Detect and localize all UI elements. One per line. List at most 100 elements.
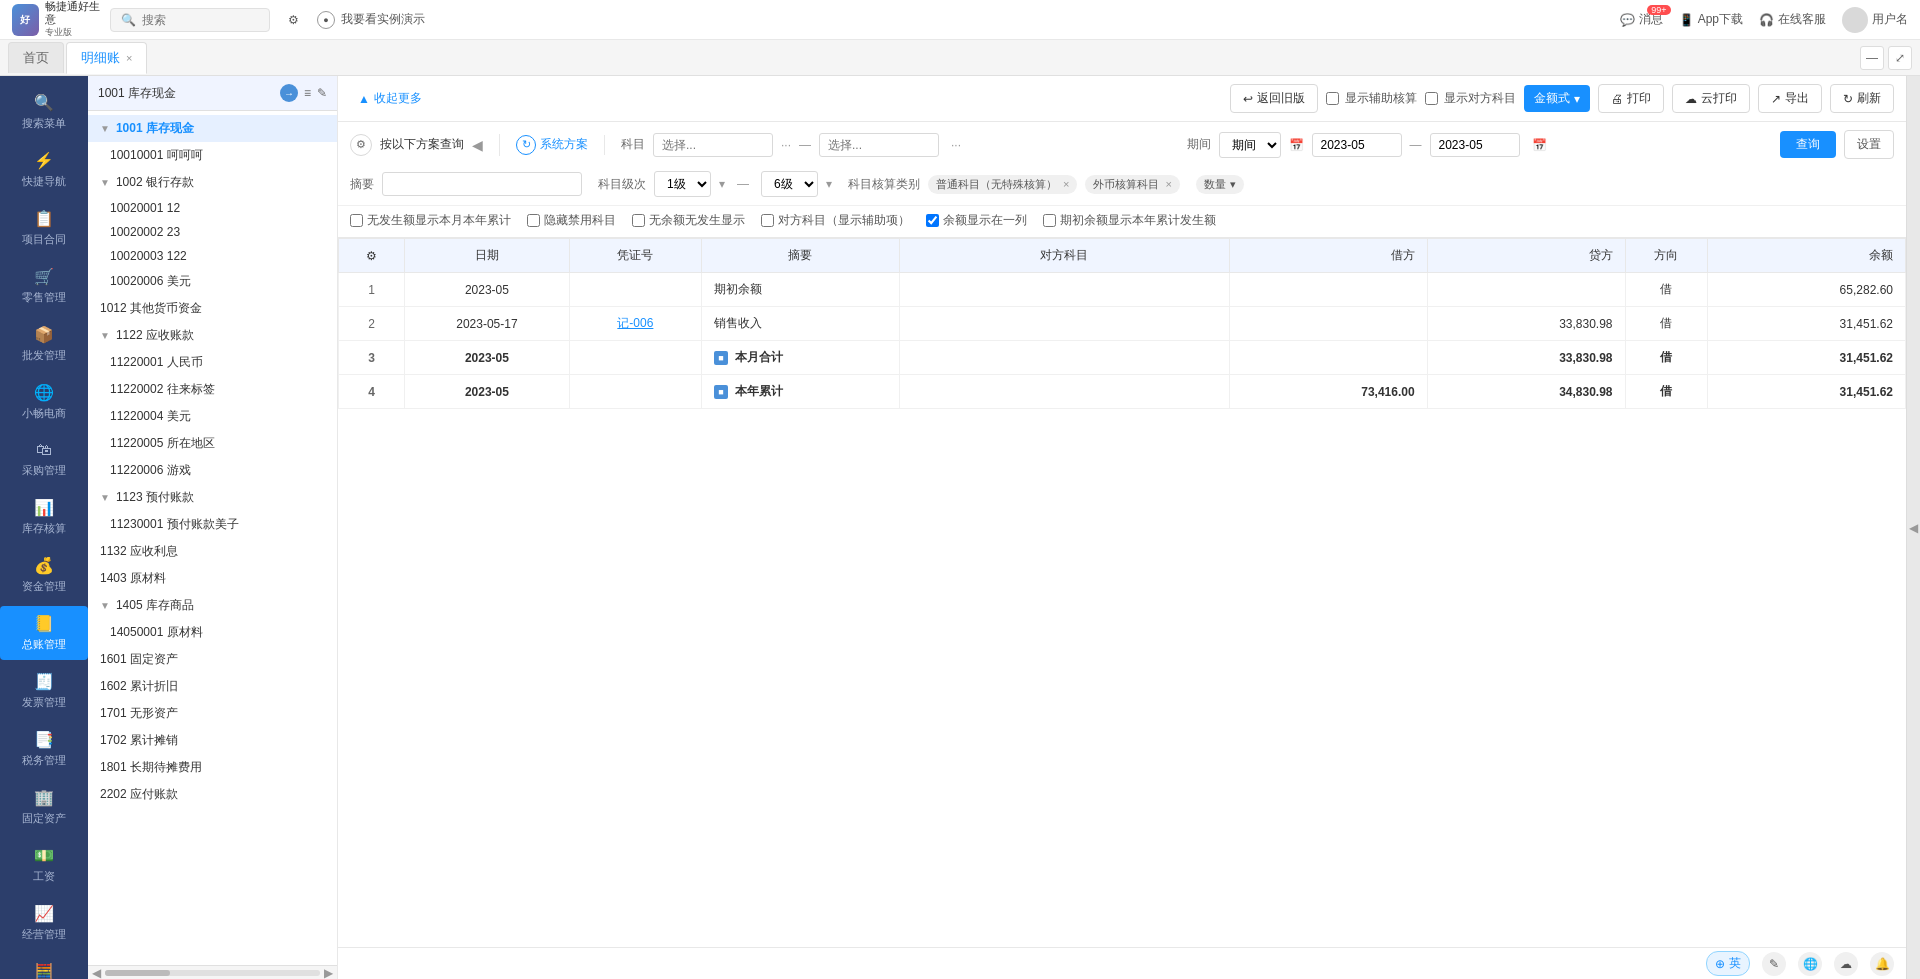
sidebar-item-project[interactable]: 📋 项目合同	[0, 201, 88, 255]
subject-ellipsis[interactable]: ···	[781, 138, 791, 152]
account-item-10020001[interactable]: 10020001 12	[88, 196, 337, 220]
user-area[interactable]: 用户名	[1842, 7, 1908, 33]
cb-no-balance2-input[interactable]	[632, 214, 645, 227]
sidebar-item-fixed-assets[interactable]: 🏢 固定资产	[0, 780, 88, 834]
account-item-10020006[interactable]: 10020006 美元	[88, 268, 337, 295]
global-search[interactable]: 🔍	[110, 8, 270, 32]
summary-input[interactable]	[382, 172, 582, 196]
sidebar-item-retail[interactable]: 🛒 零售管理	[0, 259, 88, 313]
account-item-14050001[interactable]: 14050001 原材料	[88, 619, 337, 646]
account-edit-icon[interactable]: ✎	[317, 86, 327, 100]
level-to-select[interactable]: 6级5级4级	[761, 171, 818, 197]
cb-hide-disabled[interactable]: 隐藏禁用科目	[527, 212, 616, 229]
account-item-11220006[interactable]: 11220006 游戏	[88, 457, 337, 484]
tab-ledger[interactable]: 明细账 ×	[66, 42, 147, 74]
cb-hide-disabled-input[interactable]	[527, 214, 540, 227]
golden-mode-btn[interactable]: 金额式 ▾	[1524, 85, 1590, 112]
tab-minimize-btn[interactable]: —	[1860, 46, 1884, 70]
account-item-11220004[interactable]: 11220004 美元	[88, 403, 337, 430]
query-btn[interactable]: 查询	[1780, 131, 1836, 158]
cb-no-balance2[interactable]: 无余额无发生显示	[632, 212, 745, 229]
cb-balance-one-col-input[interactable]	[926, 214, 939, 227]
cloud-print-btn[interactable]: ☁ 云打印	[1672, 84, 1750, 113]
account-item-1122[interactable]: ▼ 1122 应收账款	[88, 322, 337, 349]
tab-expand-btn[interactable]: ⤢	[1888, 46, 1912, 70]
side-collapse-bar[interactable]: ◀	[1906, 76, 1920, 979]
settings-btn[interactable]: ⚙	[280, 9, 307, 31]
sidebar-item-salary[interactable]: 💵 工资	[0, 838, 88, 892]
account-item-1702[interactable]: 1702 累计摊销	[88, 727, 337, 754]
period-type-select[interactable]: 期间 月份	[1219, 132, 1281, 158]
account-item-1405[interactable]: ▼ 1405 库存商品	[88, 592, 337, 619]
account-horizontal-scroll[interactable]: ◀ ▶	[88, 965, 337, 979]
cb-year-begin[interactable]: 期初余额显示本年累计发生额	[1043, 212, 1216, 229]
sidebar-item-ecommerce[interactable]: 🌐 小畅电商	[0, 375, 88, 429]
cb-opposite-input[interactable]	[761, 214, 774, 227]
account-item-10020003[interactable]: 10020003 122	[88, 244, 337, 268]
account-item-1123[interactable]: ▼ 1123 预付账款	[88, 484, 337, 511]
message-btn[interactable]: 💬 消息 99+	[1620, 11, 1663, 28]
account-item-1601[interactable]: 1601 固定资产	[88, 646, 337, 673]
sidebar-item-operations[interactable]: 📈 经营管理	[0, 896, 88, 950]
cb-balance-one-col[interactable]: 余额显示在一列	[926, 212, 1027, 229]
subject-ellipsis-2[interactable]: ···	[951, 138, 961, 152]
demo-link[interactable]: ● 我要看实例演示	[317, 11, 425, 29]
app-download-btn[interactable]: 📱 App下载	[1679, 11, 1743, 28]
cloud-btn[interactable]: ☁	[1834, 952, 1858, 976]
account-item-1602[interactable]: 1602 累计折旧	[88, 673, 337, 700]
account-item-11220005[interactable]: 11220005 所在地区	[88, 430, 337, 457]
level-from-select[interactable]: 1级2级3级	[654, 171, 711, 197]
sidebar-item-tax[interactable]: 📑 税务管理	[0, 722, 88, 776]
account-item-2202[interactable]: 2202 应付账款	[88, 781, 337, 808]
subject-input-2[interactable]	[819, 133, 939, 157]
refresh-scheme-icon[interactable]: ↻	[516, 135, 536, 155]
account-item-1801[interactable]: 1801 长期待摊费用	[88, 754, 337, 781]
account-list-icon[interactable]: ≡	[304, 86, 311, 100]
account-item-11220001[interactable]: 11220001 人民币	[88, 349, 337, 376]
cb-no-balance-input[interactable]	[350, 214, 363, 227]
account-nav-btn[interactable]: →	[280, 84, 298, 102]
period-to-input[interactable]	[1430, 133, 1520, 157]
print-btn[interactable]: 🖨 打印	[1598, 84, 1664, 113]
search-input[interactable]	[142, 13, 262, 27]
sidebar-item-invoice[interactable]: 🧾 发票管理	[0, 664, 88, 718]
sidebar-item-purchase[interactable]: 🛍 采购管理	[0, 433, 88, 486]
scroll-left-btn[interactable]: ◀	[92, 966, 101, 980]
period-from-input[interactable]	[1312, 133, 1402, 157]
account-item-10020002[interactable]: 10020002 23	[88, 220, 337, 244]
show-aux-checkbox[interactable]	[1326, 92, 1339, 105]
tab-home[interactable]: 首页	[8, 42, 64, 73]
account-item-1002[interactable]: ▼ 1002 银行存款	[88, 169, 337, 196]
account-item-11220002[interactable]: 11220002 往来标签	[88, 376, 337, 403]
back-old-version-btn[interactable]: ↩ 返回旧版	[1230, 84, 1318, 113]
refresh-btn[interactable]: ↻ 刷新	[1830, 84, 1894, 113]
sidebar-item-inventory[interactable]: 📊 库存核算	[0, 490, 88, 544]
category-tag-2-remove[interactable]: ×	[1165, 178, 1171, 190]
row-voucher-2[interactable]: 记-006	[569, 307, 701, 341]
account-item-1403[interactable]: 1403 原材料	[88, 565, 337, 592]
settings-circle-icon[interactable]: ⚙	[350, 134, 372, 156]
cb-opposite[interactable]: 对方科目（显示辅助项）	[761, 212, 910, 229]
bell-btn[interactable]: 🔔	[1870, 952, 1894, 976]
account-item-1701[interactable]: 1701 无形资产	[88, 700, 337, 727]
online-service-btn[interactable]: 🎧 在线客服	[1759, 11, 1826, 28]
edit-btn[interactable]: ✎	[1762, 952, 1786, 976]
show-opposite-checkbox[interactable]	[1425, 92, 1438, 105]
sidebar-item-expense[interactable]: 🧮 小畅报销	[0, 954, 88, 979]
sidebar-item-ledger[interactable]: 📒 总账管理	[0, 606, 88, 660]
tab-close-icon[interactable]: ×	[126, 52, 132, 64]
sidebar-item-wholesale[interactable]: 📦 批发管理	[0, 317, 88, 371]
scroll-right-btn[interactable]: ▶	[324, 966, 333, 980]
export-btn[interactable]: ↗ 导出	[1758, 84, 1822, 113]
globe-btn[interactable]: 🌐	[1798, 952, 1822, 976]
left-arrow-btn[interactable]: ◀	[472, 137, 483, 153]
sidebar-item-search-menu[interactable]: 🔍 搜索菜单	[0, 85, 88, 139]
sidebar-item-capital[interactable]: 💰 资金管理	[0, 548, 88, 602]
cb-year-begin-input[interactable]	[1043, 214, 1056, 227]
account-item-1132[interactable]: 1132 应收利息	[88, 538, 337, 565]
sidebar-item-quick-nav[interactable]: ⚡ 快捷导航	[0, 143, 88, 197]
account-item-1012[interactable]: 1012 其他货币资金	[88, 295, 337, 322]
subject-input[interactable]	[653, 133, 773, 157]
lang-btn[interactable]: ⊕ 英	[1706, 951, 1750, 976]
account-item-11230001[interactable]: 11230001 预付账款美子	[88, 511, 337, 538]
